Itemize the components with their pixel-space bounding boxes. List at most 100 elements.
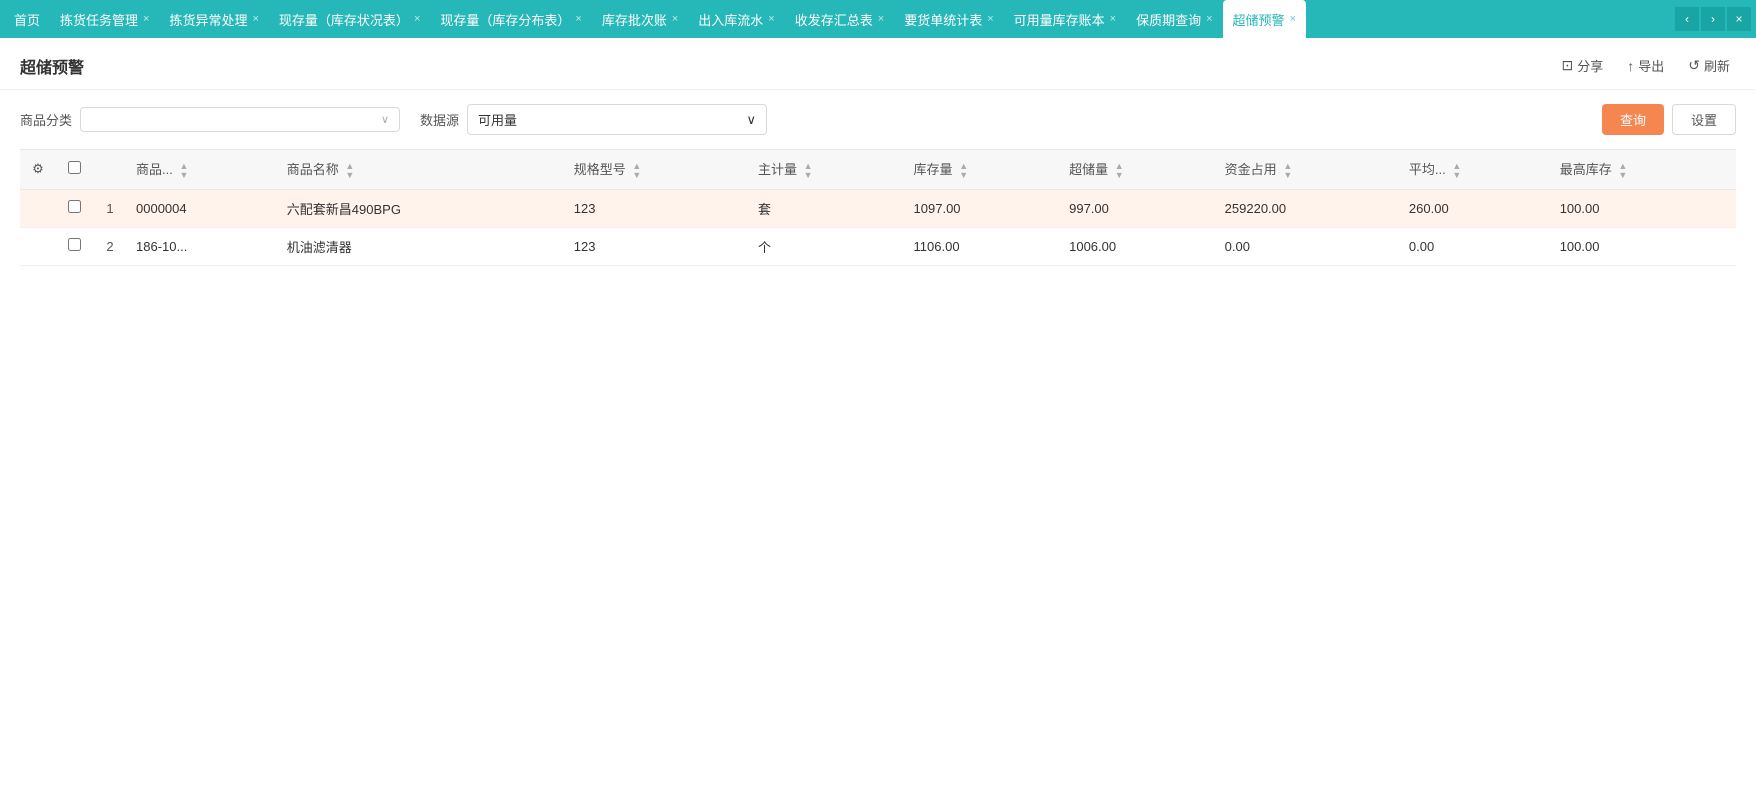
col-max-stock[interactable]: 最高库存 ▲▼ bbox=[1552, 150, 1736, 190]
sort-maxstock-icon: ▲▼ bbox=[1618, 162, 1627, 180]
table-wrapper: ⚙ 商品... ▲▼ 商品名称 ▲▼ 规格型号 bbox=[0, 149, 1756, 266]
top-nav: 首页拣货任务管理×拣货异常处理×现存量（库存状况表）×现存量（库存分布表）×库存… bbox=[0, 0, 1756, 38]
nav-close-icon[interactable]: × bbox=[768, 13, 774, 25]
row-checkbox[interactable] bbox=[68, 200, 81, 213]
nav-close-button[interactable]: × bbox=[1727, 7, 1751, 31]
nav-item-overstock-warning[interactable]: 超储预警 × bbox=[1223, 0, 1306, 38]
share-icon: ⊡ bbox=[1561, 57, 1573, 74]
page-title: 超储预警 bbox=[20, 54, 84, 78]
row-spec: 123 bbox=[566, 227, 750, 265]
nav-item-inventory-status[interactable]: 现存量（库存状况表）× bbox=[269, 0, 430, 38]
nav-arrows: ‹ › × bbox=[1674, 7, 1752, 31]
category-label: 商品分类 bbox=[20, 110, 72, 129]
nav-item-label: 出入库流水 bbox=[698, 10, 763, 29]
row-capital: 259220.00 bbox=[1217, 189, 1401, 227]
row-gear bbox=[20, 227, 56, 265]
row-stock: 1106.00 bbox=[906, 227, 1062, 265]
nav-item-label: 拣货任务管理 bbox=[60, 10, 138, 29]
sort-spec-icon: ▲▼ bbox=[632, 162, 641, 180]
datasource-select[interactable]: 可用量 ∨ bbox=[467, 104, 767, 135]
nav-item-collect-summary[interactable]: 收发存汇总表× bbox=[785, 0, 894, 38]
nav-close-icon[interactable]: × bbox=[414, 13, 420, 25]
page-header: 超储预警 ⊡ 分享 ↑ 导出 ↺ 刷新 bbox=[0, 38, 1756, 90]
row-max-stock: 100.00 bbox=[1552, 227, 1736, 265]
col-overstock[interactable]: 超储量 ▲▼ bbox=[1061, 150, 1217, 190]
row-checkbox-cell bbox=[56, 227, 92, 265]
nav-item-abnormal[interactable]: 拣货异常处理× bbox=[159, 0, 268, 38]
nav-item-inventory-dist[interactable]: 现存量（库存分布表） × bbox=[430, 0, 591, 38]
nav-item-order-stats[interactable]: 要货单统计表 × bbox=[894, 0, 1003, 38]
nav-item-available-account[interactable]: 可用量库存账本 × bbox=[1004, 0, 1126, 38]
datasource-filter-group: 数据源 可用量 ∨ bbox=[420, 104, 767, 135]
query-button[interactable]: 查询 bbox=[1602, 104, 1664, 135]
nav-close-icon[interactable]: × bbox=[1206, 13, 1212, 25]
refresh-button[interactable]: ↺ 刷新 bbox=[1682, 52, 1736, 79]
nav-close-icon[interactable]: × bbox=[987, 13, 993, 25]
nav-item-shelf-life[interactable]: 保质期查询 × bbox=[1126, 0, 1222, 38]
col-code[interactable]: 商品... ▲▼ bbox=[128, 150, 279, 190]
col-gear: ⚙ bbox=[20, 150, 56, 190]
col-unit[interactable]: 主计量 ▲▼ bbox=[750, 150, 906, 190]
filter-area: 商品分类 ∨ 数据源 可用量 ∨ 查询 设置 bbox=[0, 90, 1756, 149]
row-avg: 0.00 bbox=[1401, 227, 1552, 265]
gear-icon[interactable]: ⚙ bbox=[32, 161, 44, 176]
table-header-row: ⚙ 商品... ▲▼ 商品名称 ▲▼ 规格型号 bbox=[20, 150, 1736, 190]
nav-item-batch-account[interactable]: 库存批次账 × bbox=[592, 0, 688, 38]
row-stock: 1097.00 bbox=[906, 189, 1062, 227]
nav-close-icon[interactable]: × bbox=[1110, 13, 1116, 25]
nav-item-label: 首页 bbox=[14, 10, 40, 29]
nav-item-label: 可用量库存账本 bbox=[1014, 10, 1105, 29]
nav-close-icon[interactable]: × bbox=[878, 13, 884, 25]
row-gear bbox=[20, 189, 56, 227]
nav-item-label: 保质期查询 bbox=[1136, 10, 1201, 29]
col-avg[interactable]: 平均... ▲▼ bbox=[1401, 150, 1552, 190]
row-unit: 个 bbox=[750, 227, 906, 265]
page-content: 超储预警 ⊡ 分享 ↑ 导出 ↺ 刷新 商品分类 ∨ 数据源 bbox=[0, 38, 1756, 800]
refresh-icon: ↺ bbox=[1688, 57, 1700, 74]
row-max-stock: 100.00 bbox=[1552, 189, 1736, 227]
nav-item-label: 库存批次账 bbox=[602, 10, 667, 29]
col-capital[interactable]: 资金占用 ▲▼ bbox=[1217, 150, 1401, 190]
sort-unit-icon: ▲▼ bbox=[804, 162, 813, 180]
category-select[interactable]: ∨ bbox=[80, 107, 400, 132]
row-capital: 0.00 bbox=[1217, 227, 1401, 265]
sort-name-icon: ▲▼ bbox=[345, 162, 354, 180]
nav-close-icon[interactable]: × bbox=[1290, 13, 1296, 25]
row-number: 2 bbox=[92, 227, 128, 265]
sort-overstock-icon: ▲▼ bbox=[1115, 162, 1124, 180]
sort-code-icon: ▲▼ bbox=[179, 162, 188, 180]
nav-close-icon[interactable]: × bbox=[672, 13, 678, 25]
col-stock[interactable]: 库存量 ▲▼ bbox=[906, 150, 1062, 190]
table-row: 2186-10...机油滤清器123个1106.001006.000.000.0… bbox=[20, 227, 1736, 265]
nav-item-label: 超储预警 bbox=[1233, 10, 1285, 29]
export-button[interactable]: ↑ 导出 bbox=[1621, 52, 1670, 79]
select-all-checkbox[interactable] bbox=[68, 161, 81, 174]
category-chevron-icon: ∨ bbox=[381, 113, 389, 126]
nav-item-in-out-flow[interactable]: 出入库流水 × bbox=[688, 0, 784, 38]
row-code: 186-10... bbox=[128, 227, 279, 265]
row-checkbox[interactable] bbox=[68, 238, 81, 251]
nav-prev-button[interactable]: ‹ bbox=[1675, 7, 1699, 31]
filter-buttons: 查询 设置 bbox=[1602, 104, 1736, 135]
nav-close-icon[interactable]: × bbox=[143, 13, 149, 25]
nav-item-home[interactable]: 首页 bbox=[4, 0, 50, 38]
col-spec[interactable]: 规格型号 ▲▼ bbox=[566, 150, 750, 190]
nav-close-icon[interactable]: × bbox=[575, 13, 581, 25]
row-spec: 123 bbox=[566, 189, 750, 227]
sort-avg-icon: ▲▼ bbox=[1452, 162, 1461, 180]
nav-close-icon[interactable]: × bbox=[252, 13, 258, 25]
row-overstock: 997.00 bbox=[1061, 189, 1217, 227]
row-name: 机油滤清器 bbox=[279, 227, 566, 265]
nav-item-task-mgmt[interactable]: 拣货任务管理 × bbox=[50, 0, 159, 38]
row-overstock: 1006.00 bbox=[1061, 227, 1217, 265]
share-button[interactable]: ⊡ 分享 bbox=[1555, 52, 1609, 79]
nav-item-label: 要货单统计表 bbox=[904, 10, 982, 29]
settings-button[interactable]: 设置 bbox=[1672, 104, 1736, 135]
sort-stock-icon: ▲▼ bbox=[959, 162, 968, 180]
row-code: 0000004 bbox=[128, 189, 279, 227]
datasource-label: 数据源 bbox=[420, 110, 459, 129]
nav-next-button[interactable]: › bbox=[1701, 7, 1725, 31]
header-actions: ⊡ 分享 ↑ 导出 ↺ 刷新 bbox=[1555, 52, 1736, 79]
col-name[interactable]: 商品名称 ▲▼ bbox=[279, 150, 566, 190]
nav-item-label: 现存量（库存分布表） bbox=[440, 10, 570, 29]
